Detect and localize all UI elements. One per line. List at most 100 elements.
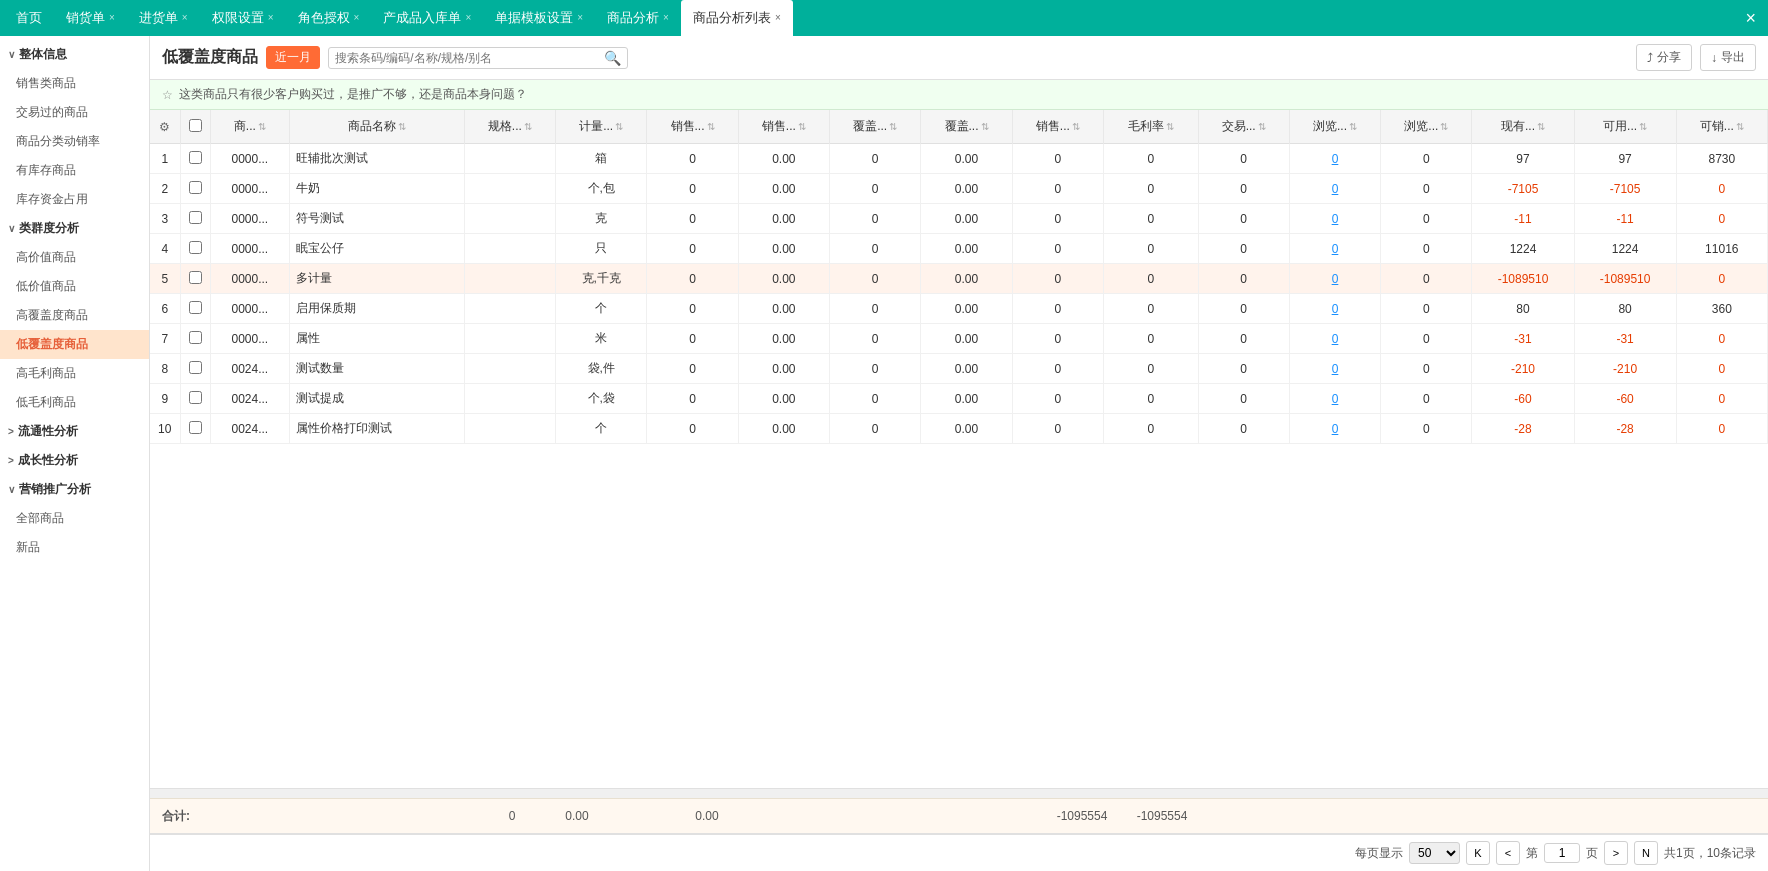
col-browse2: 浏览...⇅: [1381, 110, 1472, 144]
row-checkbox[interactable]: [180, 384, 210, 414]
row-unit: 个,包: [556, 174, 647, 204]
sidebar-item-category-rate[interactable]: 商品分类动销率: [0, 127, 149, 156]
nav-product-inbound-close[interactable]: ×: [465, 0, 471, 36]
page-size-select[interactable]: 50 100 200: [1409, 842, 1460, 864]
next-page-button[interactable]: >: [1604, 841, 1628, 865]
row-browse1[interactable]: 0: [1289, 264, 1380, 294]
row-sales2: 0.00: [738, 294, 829, 324]
export-button[interactable]: ↓ 导出: [1700, 44, 1756, 71]
col-name: 商品名称⇅: [290, 110, 465, 144]
row-spec: [464, 264, 555, 294]
date-filter-recent-month[interactable]: 近一月: [266, 46, 320, 69]
row-trade: 0: [1198, 204, 1289, 234]
table-row: 1 0000... 旺辅批次测试 箱 0 0.00 0 0.00 0 0 0 0…: [150, 144, 1768, 174]
row-browse1[interactable]: 0: [1289, 384, 1380, 414]
sidebar-section-overall[interactable]: ∨ 整体信息: [0, 40, 149, 69]
nav-sales-order[interactable]: 销货单 ×: [54, 0, 127, 36]
row-browse2: 0: [1381, 414, 1472, 444]
row-code: 0024...: [210, 414, 290, 444]
row-checkbox[interactable]: [180, 414, 210, 444]
row-browse1[interactable]: 0: [1289, 204, 1380, 234]
sidebar-item-high-margin[interactable]: 高毛利商品: [0, 359, 149, 388]
table-row: 5 0000... 多计量 克,千克 0 0.00 0 0.00 0 0 0 0…: [150, 264, 1768, 294]
sidebar-section-circulation[interactable]: > 流通性分析: [0, 417, 149, 446]
row-cover1: 0: [830, 204, 921, 234]
row-cover2: 0.00: [921, 354, 1012, 384]
last-page-button[interactable]: N: [1634, 841, 1658, 865]
search-icon[interactable]: 🔍: [604, 50, 621, 66]
nav-permissions-close[interactable]: ×: [268, 0, 274, 36]
row-checkbox[interactable]: [180, 144, 210, 174]
row-checkbox[interactable]: [180, 204, 210, 234]
nav-role-auth[interactable]: 角色授权 ×: [286, 0, 372, 36]
sidebar-item-new-products[interactable]: 新品: [0, 533, 149, 562]
row-browse1[interactable]: 0: [1289, 324, 1380, 354]
col-cover2: 覆盖...⇅: [921, 110, 1012, 144]
nav-home[interactable]: 首页: [4, 0, 54, 36]
sidebar-item-low-value[interactable]: 低价值商品: [0, 272, 149, 301]
sidebar-item-low-margin[interactable]: 低毛利商品: [0, 388, 149, 417]
row-sales2: 0.00: [738, 264, 829, 294]
table-wrapper[interactable]: ⚙ 商...⇅ 商品名称⇅ 规格...⇅ 计量...⇅ 销售...⇅ 销售...…: [150, 110, 1768, 788]
nav-purchase-order-close[interactable]: ×: [182, 0, 188, 36]
row-browse1[interactable]: 0: [1289, 174, 1380, 204]
prev-page-button[interactable]: <: [1496, 841, 1520, 865]
nav-product-analysis-close[interactable]: ×: [663, 0, 669, 36]
settings-icon[interactable]: ⚙: [159, 120, 170, 134]
row-browse1[interactable]: 0: [1289, 294, 1380, 324]
row-available: 97: [1574, 144, 1676, 174]
sidebar-item-high-coverage[interactable]: 高覆盖度商品: [0, 301, 149, 330]
nav-purchase-order[interactable]: 进货单 ×: [127, 0, 200, 36]
row-current: -1089510: [1472, 264, 1574, 294]
col-sales1: 销售...⇅: [647, 110, 738, 144]
nav-permissions[interactable]: 权限设置 ×: [200, 0, 286, 36]
row-browse1[interactable]: 0: [1289, 234, 1380, 264]
first-page-button[interactable]: K: [1466, 841, 1490, 865]
nav-template-settings[interactable]: 单据模板设置 ×: [483, 0, 595, 36]
sidebar-section-growth[interactable]: > 成长性分析: [0, 446, 149, 475]
sidebar-section-cluster[interactable]: ∨ 类群度分析: [0, 214, 149, 243]
row-current: -60: [1472, 384, 1574, 414]
share-button[interactable]: ⤴ 分享: [1636, 44, 1692, 71]
row-unit: 箱: [556, 144, 647, 174]
sidebar-item-low-coverage[interactable]: 低覆盖度商品: [0, 330, 149, 359]
sidebar-item-traded-products[interactable]: 交易过的商品: [0, 98, 149, 127]
select-all-checkbox[interactable]: [189, 119, 202, 132]
row-no: 8: [150, 354, 180, 384]
nav-sales-order-close[interactable]: ×: [109, 0, 115, 36]
row-browse1[interactable]: 0: [1289, 144, 1380, 174]
sidebar-item-capital[interactable]: 库存资金占用: [0, 185, 149, 214]
sidebar-item-stocked[interactable]: 有库存商品: [0, 156, 149, 185]
row-code: 0000...: [210, 234, 290, 264]
sidebar-section-marketing[interactable]: ∨ 营销推广分析: [0, 475, 149, 504]
row-gross: 0: [1104, 294, 1199, 324]
page-number-input[interactable]: [1544, 843, 1580, 863]
nav-product-analysis[interactable]: 商品分析 ×: [595, 0, 681, 36]
nav-role-auth-close[interactable]: ×: [354, 0, 360, 36]
row-checkbox[interactable]: [180, 174, 210, 204]
row-checkbox[interactable]: [180, 294, 210, 324]
row-browse2: 0: [1381, 294, 1472, 324]
row-current: 97: [1472, 144, 1574, 174]
row-cover2: 0.00: [921, 144, 1012, 174]
horizontal-scrollbar[interactable]: [150, 788, 1768, 798]
sidebar-item-high-value[interactable]: 高价值商品: [0, 243, 149, 272]
row-spec: [464, 144, 555, 174]
row-sales3: 0: [1012, 174, 1103, 204]
row-checkbox[interactable]: [180, 234, 210, 264]
nav-product-analysis-list-close[interactable]: ×: [775, 0, 781, 36]
row-checkbox[interactable]: [180, 264, 210, 294]
search-input[interactable]: [335, 51, 604, 65]
nav-product-analysis-list[interactable]: 商品分析列表 ×: [681, 0, 793, 36]
close-all-tabs[interactable]: ×: [1737, 8, 1764, 29]
row-checkbox[interactable]: [180, 324, 210, 354]
sidebar-item-sales-products[interactable]: 销售类商品: [0, 69, 149, 98]
row-cover2: 0.00: [921, 384, 1012, 414]
sidebar-item-all-products[interactable]: 全部商品: [0, 504, 149, 533]
row-gross: 0: [1104, 234, 1199, 264]
row-browse1[interactable]: 0: [1289, 414, 1380, 444]
nav-product-inbound[interactable]: 产成品入库单 ×: [371, 0, 483, 36]
row-checkbox[interactable]: [180, 354, 210, 384]
row-browse1[interactable]: 0: [1289, 354, 1380, 384]
nav-template-close[interactable]: ×: [577, 0, 583, 36]
